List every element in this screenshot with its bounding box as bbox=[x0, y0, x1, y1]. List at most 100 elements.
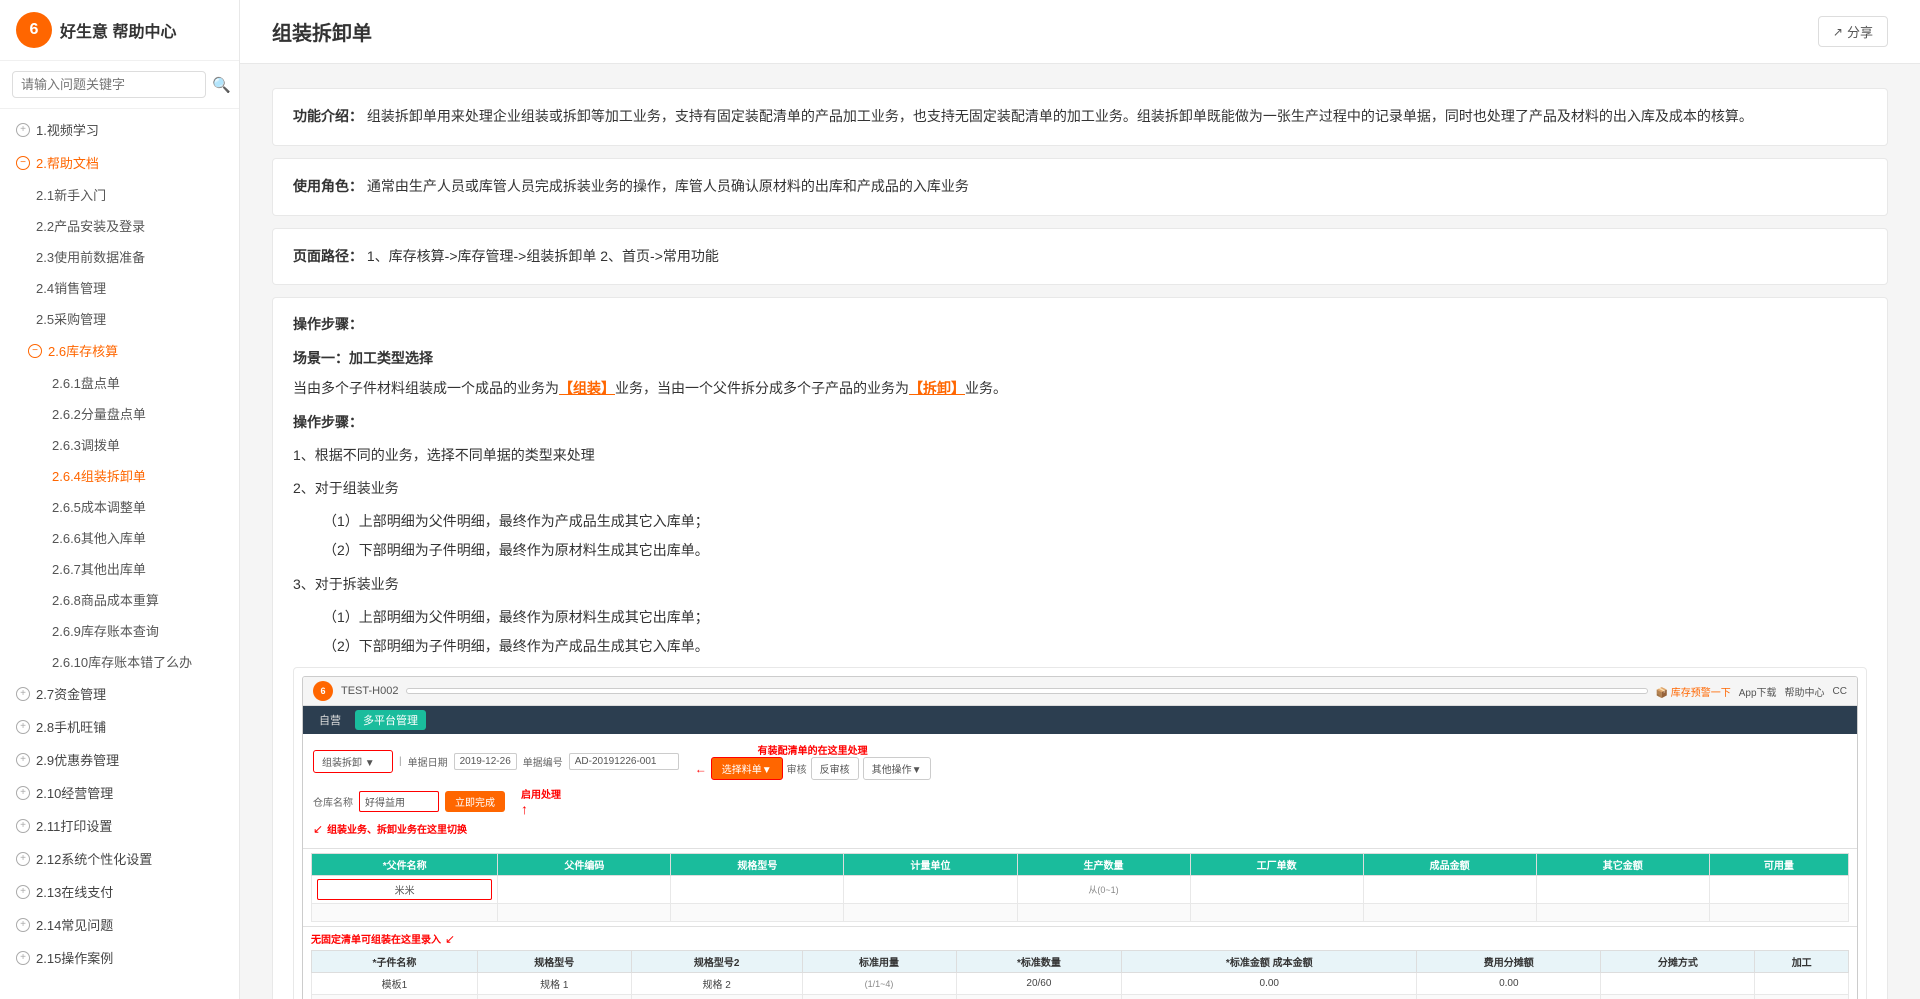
mock-upper-table-area: *父件名称 父件编码 规格型号 计量单位 生产数量 工厂单数 成品金额 其它金额… bbox=[303, 849, 1857, 927]
mock-nav-bar: 自营 多平台管理 bbox=[303, 706, 1857, 734]
sidebar-item-payment[interactable]: + 2.13在线支付 bbox=[0, 875, 239, 908]
step3-2: （2）下部明细为子件明细，最终作为产成品生成其它入库单。 bbox=[313, 634, 1867, 659]
feature-intro-label: 功能介绍： bbox=[293, 108, 363, 124]
th-child-name: *子件名称 bbox=[312, 951, 478, 973]
sidebar-label-operations: 2.10经营管理 bbox=[36, 783, 113, 802]
th-parent-name: *父件名称 bbox=[312, 854, 498, 876]
expand-print-icon: + bbox=[16, 819, 30, 833]
share-button[interactable]: ↗ 分享 bbox=[1818, 16, 1888, 47]
mock-type-select[interactable]: 组装拆卸 ▼ bbox=[313, 750, 393, 773]
th-other-amt: 其它金额 bbox=[1536, 854, 1709, 876]
collapse-inventory-icon: − bbox=[28, 344, 42, 358]
type-annotation-row: ↙ 组装业务、拆卸业务在这里切换 bbox=[313, 821, 1847, 836]
sidebar-item-operations[interactable]: + 2.10经营管理 bbox=[0, 776, 239, 809]
mock-nav-multi[interactable]: 多平台管理 bbox=[355, 710, 426, 730]
sidebar-item-transfer[interactable]: 2.6.3调拨单 bbox=[0, 429, 239, 460]
expand-finance-icon: + bbox=[16, 687, 30, 701]
sidebar-item-mobile[interactable]: + 2.8手机旺铺 bbox=[0, 710, 239, 743]
th-alloc-amt: 费用分摊额 bbox=[1417, 951, 1601, 973]
sidebar-label-faq: 2.14常见问题 bbox=[36, 915, 113, 934]
page-title: 组装拆卸单 bbox=[272, 17, 372, 46]
sidebar-item-coupon[interactable]: + 2.9优惠券管理 bbox=[0, 743, 239, 776]
sidebar-label-finance: 2.7资金管理 bbox=[36, 684, 106, 703]
sidebar-item-stocktake[interactable]: 2.6.1盘点单 bbox=[0, 367, 239, 398]
step2-substeps: （1）上部明细为父件明细，最终作为产成品生成其它入库单； （2）下部明细为子件明… bbox=[313, 509, 1867, 563]
sidebar-item-stockquery[interactable]: 2.6.9库存账本查询 bbox=[0, 615, 239, 646]
assembly-link: 【组装】 bbox=[559, 380, 615, 396]
red-arrow2: ↑ bbox=[521, 801, 528, 817]
mock-form-row: 组装拆卸 ▼ | 单据日期 2019-12-26 单据编号 AD-2019122… bbox=[313, 742, 1847, 780]
sidebar-item-sales[interactable]: 2.4销售管理 bbox=[0, 272, 239, 303]
expand-operations-icon: + bbox=[16, 786, 30, 800]
content-area: 功能介绍： 组装拆卸单用来处理企业组装或拆卸等加工业务，支持有固定装配清单的产品… bbox=[240, 64, 1920, 999]
sidebar-item-faq[interactable]: + 2.14常见问题 bbox=[0, 908, 239, 941]
lower-annotation-text: 无固定清单可组装在这里录入 bbox=[311, 931, 441, 946]
ops-title: 操作步骤： bbox=[293, 314, 1867, 334]
th-unit: 计量单位 bbox=[844, 854, 1017, 876]
table-row: 米米 从(0~1) bbox=[312, 876, 1849, 904]
sidebar-label-inventory: 2.6库存核算 bbox=[48, 341, 118, 360]
expand-coupon-icon: + bbox=[16, 753, 30, 767]
expand-icon: + bbox=[16, 123, 30, 137]
sidebar-item-adjust[interactable]: 2.6.5成本调整单 bbox=[0, 491, 239, 522]
sidebar-item-docs[interactable]: − 2.帮助文档 bbox=[0, 146, 239, 179]
table-row: 模板 2 (1/1~4) 20/60 0.00 0.00 bbox=[312, 995, 1849, 999]
sidebar-item-finance[interactable]: + 2.7资金管理 bbox=[0, 677, 239, 710]
red-arrow1: ← bbox=[695, 762, 707, 776]
sidebar-item-costrecalc[interactable]: 2.6.8商品成本重算 bbox=[0, 584, 239, 615]
sidebar-item-outother[interactable]: 2.6.7其他出库单 bbox=[0, 553, 239, 584]
sidebar-label-payment: 2.13在线支付 bbox=[36, 882, 113, 901]
th-parent-code: 父件编码 bbox=[498, 854, 671, 876]
sidebar-item-inother[interactable]: 2.6.6其他入库单 bbox=[0, 522, 239, 553]
annotation1-text: 有装配清单的在这里处理 bbox=[758, 742, 868, 757]
step3-1: （1）上部明细为父件明细，最终作为原材料生成其它出库单； bbox=[313, 605, 1867, 630]
mock-nav-home[interactable]: 自营 bbox=[311, 710, 349, 730]
role-label: 使用角色： bbox=[293, 178, 363, 194]
th-std-usage: 标准用量 bbox=[802, 951, 956, 973]
th-available: 可用量 bbox=[1709, 854, 1848, 876]
mock-reverse-audit-btn[interactable]: 反审核 bbox=[811, 757, 859, 780]
sidebar-item-video[interactable]: + 1.视频学习 bbox=[0, 113, 239, 146]
ops-steps-subtitle: 操作步骤： bbox=[293, 410, 1867, 435]
sidebar-label-cases: 2.15操作案例 bbox=[36, 948, 113, 967]
mock-form-area: 组装拆卸 ▼ | 单据日期 2019-12-26 单据编号 AD-2019122… bbox=[303, 734, 1857, 849]
ops-steps-card: 操作步骤： 场景一：加工类型选择 当由多个子件材料组装成一个成品的业务为【组装】… bbox=[272, 297, 1888, 999]
mock-url-bar bbox=[406, 688, 1647, 694]
sidebar-item-data[interactable]: 2.3使用前数据准备 bbox=[0, 241, 239, 272]
mock-warehouse-input[interactable]: 好得益用 bbox=[359, 791, 439, 812]
search-icon[interactable]: 🔍 bbox=[212, 76, 231, 94]
mock-number-input[interactable]: AD-20191226-001 bbox=[569, 753, 679, 770]
sidebar-label-video: 1.视频学习 bbox=[36, 120, 99, 139]
step2-1: （1）上部明细为父件明细，最终作为产成品生成其它入库单； bbox=[313, 509, 1867, 534]
mock-complete-btn[interactable]: 立即完成 bbox=[445, 791, 505, 812]
red-arrow3: ↙ bbox=[313, 822, 323, 836]
sidebar-header: 6 好生意 帮助中心 bbox=[0, 0, 239, 61]
sidebar-label-coupon: 2.9优惠券管理 bbox=[36, 750, 119, 769]
sidebar-item-assembly[interactable]: 2.6.4组装拆卸单 bbox=[0, 460, 239, 491]
sidebar-label-docs: 2.帮助文档 bbox=[36, 153, 99, 172]
step2: 2、对于组装业务 bbox=[293, 476, 1867, 501]
mock-date-input[interactable]: 2019-12-26 bbox=[454, 753, 517, 770]
sidebar-item-accerror[interactable]: 2.6.10库存账本错了么办 bbox=[0, 646, 239, 677]
mock-status: 📦 库存预警一下 bbox=[1656, 684, 1731, 699]
browser-top-bar: 6 TEST-H002 📦 库存预警一下 App下载 帮助中心 CC bbox=[303, 677, 1857, 706]
main-content: 组装拆卸单 ↗ 分享 功能介绍： 组装拆卸单用来处理企业组装或拆卸等加工业务，支… bbox=[240, 0, 1920, 999]
th-spec: 规格型号 bbox=[671, 854, 844, 876]
sidebar-item-newbie[interactable]: 2.1新手入门 bbox=[0, 179, 239, 210]
mock-select-bom-btn[interactable]: 选择料单▼ bbox=[711, 757, 783, 780]
sidebar-item-partial[interactable]: 2.6.2分量盘点单 bbox=[0, 398, 239, 429]
sidebar-item-purchase[interactable]: 2.5采购管理 bbox=[0, 303, 239, 334]
table-row bbox=[312, 904, 1849, 922]
feature-intro-text: 组装拆卸单用来处理企业组装或拆卸等加工业务，支持有固定装配清单的产品加工业务，也… bbox=[367, 108, 1753, 124]
mock-screenshot: 6 TEST-H002 📦 库存预警一下 App下载 帮助中心 CC 自营 多平… bbox=[302, 676, 1858, 999]
sidebar-item-cases[interactable]: + 2.15操作案例 bbox=[0, 941, 239, 974]
sidebar-item-custom[interactable]: + 2.12系统个性化设置 bbox=[0, 842, 239, 875]
search-input[interactable] bbox=[12, 71, 206, 98]
sidebar-item-inventory[interactable]: − 2.6库存核算 bbox=[0, 334, 239, 367]
screenshot-container: 6 TEST-H002 📦 库存预警一下 App下载 帮助中心 CC 自营 多平… bbox=[293, 667, 1867, 999]
mock-form-sep: | bbox=[399, 756, 402, 767]
sidebar-item-print[interactable]: + 2.11打印设置 bbox=[0, 809, 239, 842]
lower-annotation-row: 无固定清单可组装在这里录入 ↙ bbox=[311, 931, 1849, 946]
sidebar-item-install[interactable]: 2.2产品安装及登录 bbox=[0, 210, 239, 241]
mock-extra-btn[interactable]: 其他操作▼ bbox=[863, 757, 931, 780]
